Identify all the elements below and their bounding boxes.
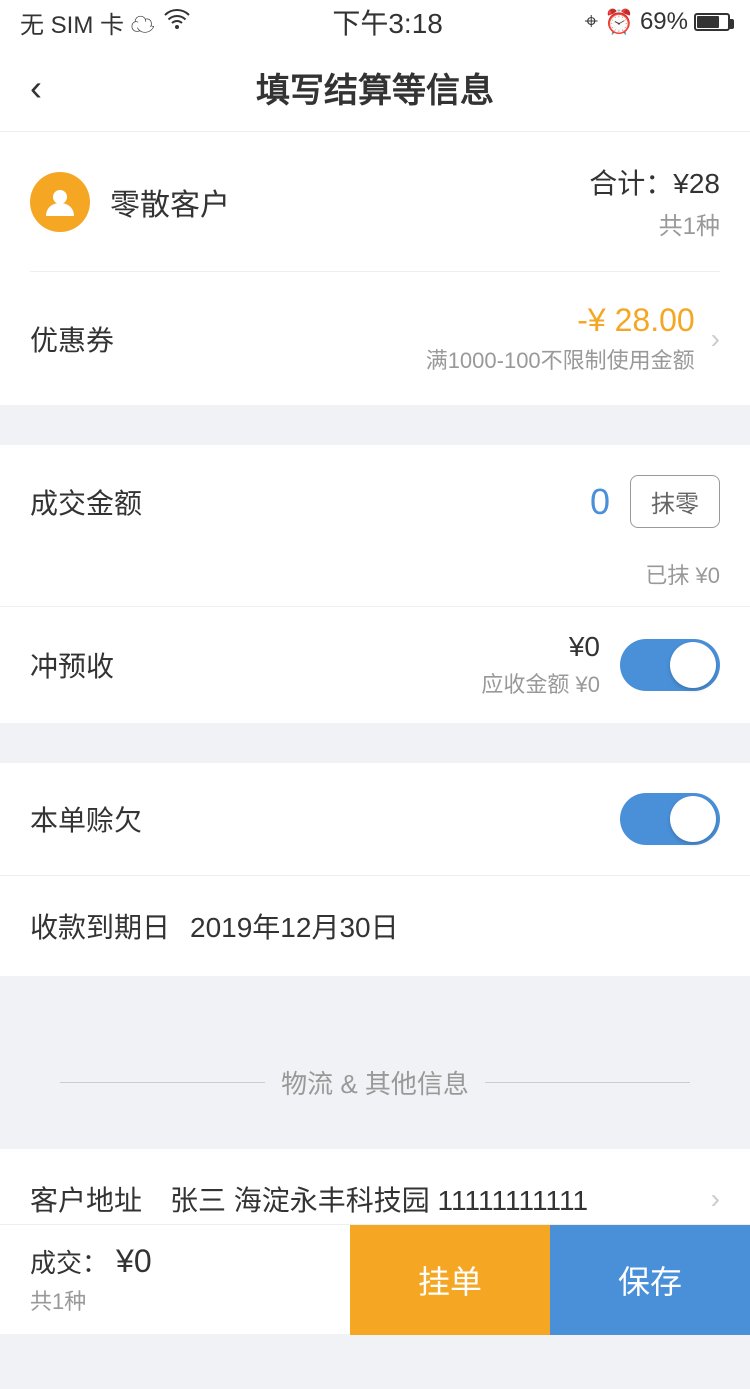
debt-row: 本单赊欠: [0, 763, 750, 875]
hang-button[interactable]: 挂单: [350, 1225, 550, 1335]
wifi-icon: [163, 8, 191, 36]
save-label: 保存: [618, 1257, 682, 1303]
logistics-label: 物流 & 其他信息: [281, 1064, 469, 1101]
round-button[interactable]: 抹零: [630, 475, 720, 528]
status-left: 无 SIM 卡 ☁: [20, 5, 191, 40]
address-chevron-icon: ›: [711, 1183, 720, 1215]
prepay-toggle[interactable]: [620, 639, 720, 691]
deal-amount-label: 成交金额: [30, 482, 142, 522]
discount-desc: 满1000-100不限制使用金额: [426, 343, 695, 375]
back-button[interactable]: ‹: [30, 67, 42, 109]
no-sim-text: 无 SIM 卡 ☁: [20, 5, 155, 40]
bottom-deal: 成交： ¥0: [30, 1243, 320, 1280]
due-date-row: 收款到期日 2019年12月30日: [0, 875, 750, 976]
prepay-values: ¥0 应收金额 ¥0: [481, 631, 600, 699]
due-date-value: 2019年12月30日: [190, 906, 399, 946]
bottom-deal-label: 成交：: [30, 1243, 108, 1280]
debt-toggle[interactable]: [620, 793, 720, 845]
customer-avatar: [30, 172, 90, 232]
deal-amount-row: 成交金额 0 抹零: [0, 445, 750, 558]
prepay-amount: ¥0: [481, 631, 600, 663]
status-time: 下午3:18: [332, 2, 443, 42]
amount-section: 成交金额 0 抹零 已抹 ¥0 冲预收 ¥0 应收金额 ¥0: [0, 445, 750, 723]
prepay-right: ¥0 应收金额 ¥0: [481, 631, 720, 699]
customer-row: 零散客户 合计：¥28 共1种: [0, 132, 750, 271]
bottom-deal-amount: ¥0: [116, 1243, 152, 1280]
chevron-right-icon: ›: [711, 323, 720, 355]
deal-amount-value[interactable]: 0: [590, 481, 610, 523]
section-separator-2: [0, 743, 750, 763]
section-separator-3: [0, 996, 750, 1016]
customer-left: 零散客户: [30, 172, 230, 232]
customer-total: 合计：¥28: [589, 162, 720, 202]
amount-input-area: 0 抹零: [590, 475, 720, 528]
bottom-bar: 成交： ¥0 共1种 挂单 保存: [0, 1224, 750, 1334]
address-value: 张三 海淀永丰科技园 11111111111: [170, 1179, 711, 1219]
status-right: ⌖ ⏰ 69%: [585, 8, 730, 37]
debt-label: 本单赊欠: [30, 799, 142, 839]
logistics-section: 物流 & 其他信息: [0, 1016, 750, 1149]
battery-percent: 69%: [640, 8, 688, 36]
address-label: 客户地址: [30, 1179, 150, 1219]
prepay-receivable: 应收金额 ¥0: [481, 667, 600, 699]
prepay-label: 冲预收: [30, 645, 114, 685]
content: 零散客户 合计：¥28 共1种 优惠券 -¥ 28.00 满1000-100不限…: [0, 132, 750, 1389]
location-icon: ⌖: [585, 8, 599, 36]
bottom-count: 共1种: [30, 1284, 320, 1316]
alarm-icon: ⏰: [604, 8, 634, 37]
coupon-row[interactable]: 优惠券 -¥ 28.00 满1000-100不限制使用金额 ›: [0, 272, 750, 405]
section-separator-1: [0, 425, 750, 445]
customer-section: 零散客户 合计：¥28 共1种 优惠券 -¥ 28.00 满1000-100不限…: [0, 132, 750, 405]
prepay-row: 冲预收 ¥0 应收金额 ¥0: [0, 606, 750, 723]
customer-name: 零散客户: [110, 180, 230, 224]
battery-icon: [694, 13, 730, 31]
customer-right: 合计：¥28 共1种: [589, 162, 720, 241]
page-title: 填写结算等信息: [256, 63, 494, 112]
customer-count: 共1种: [589, 206, 720, 241]
coupon-label: 优惠券: [30, 319, 114, 359]
debt-section: 本单赊欠 收款到期日 2019年12月30日: [0, 763, 750, 976]
due-date-label: 收款到期日: [30, 906, 170, 946]
save-button[interactable]: 保存: [550, 1225, 750, 1335]
toggle-knob: [670, 642, 716, 688]
nav-bar: ‹ 填写结算等信息: [0, 44, 750, 132]
coupon-right: -¥ 28.00 满1000-100不限制使用金额 ›: [426, 302, 720, 375]
status-bar: 无 SIM 卡 ☁ 下午3:18 ⌖ ⏰ 69%: [0, 0, 750, 44]
discount-amount: -¥ 28.00: [426, 302, 695, 339]
amount-sub-text: 已抹 ¥0: [0, 558, 750, 606]
debt-toggle-knob: [670, 796, 716, 842]
hang-label: 挂单: [418, 1257, 482, 1303]
coupon-value: -¥ 28.00 满1000-100不限制使用金额: [426, 302, 695, 375]
logistics-header: 物流 & 其他信息: [30, 1040, 720, 1125]
bottom-summary: 成交： ¥0 共1种: [0, 1243, 350, 1316]
